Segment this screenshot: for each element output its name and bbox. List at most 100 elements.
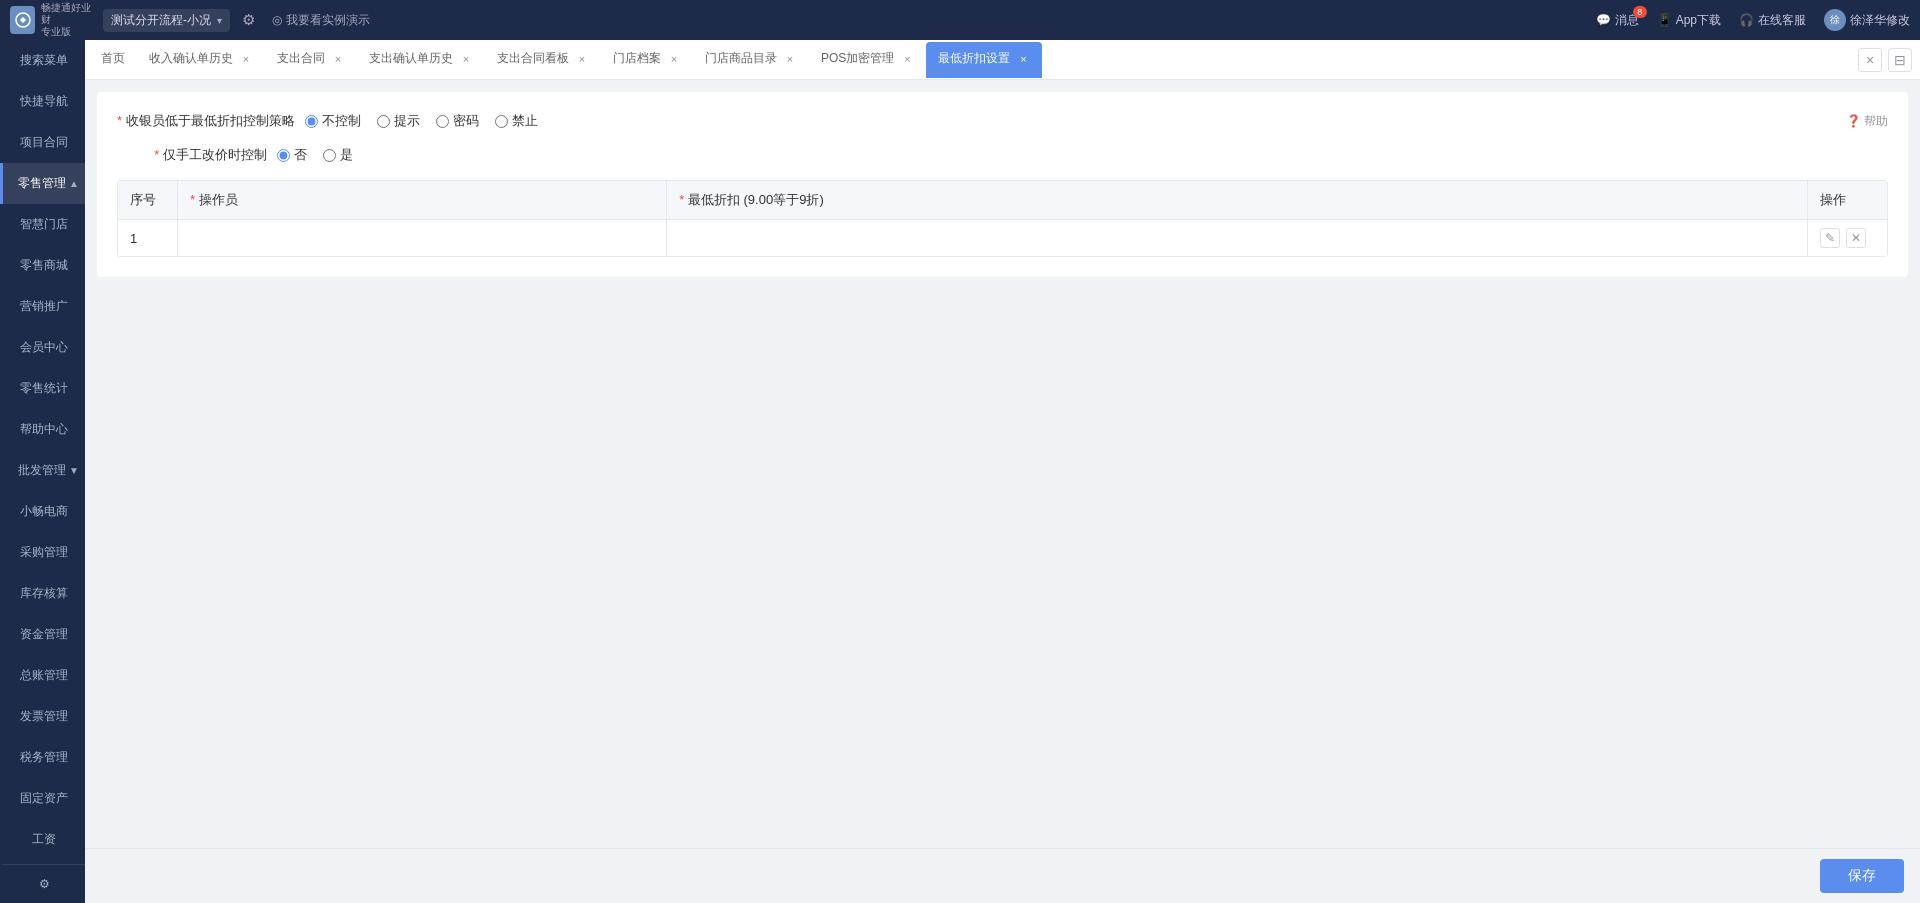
sidebar-item-ledger[interactable]: 总账管理 <box>0 655 85 696</box>
tab-payment-contract[interactable]: 支出合同 × <box>265 42 357 78</box>
tab-store-goods-label: 门店商品目录 <box>705 50 777 67</box>
sidebar-item-fixed-assets-label: 固定资产 <box>7 790 81 807</box>
tab-payment-board[interactable]: 支出合同看板 × <box>485 42 601 78</box>
tab-pos-password-close[interactable]: × <box>900 52 914 66</box>
tab-payment-contract-close[interactable]: × <box>331 52 345 66</box>
radio-remind[interactable]: 提示 <box>377 112 420 130</box>
form-row-discount-strategy: 收银员低于最低折扣控制策略 不控制 提示 密码 <box>117 112 1888 130</box>
help-text: 帮助 <box>1864 113 1888 130</box>
sidebar-item-salary-label: 工资 <box>7 831 81 848</box>
sidebar-item-invoice-mgmt[interactable]: 发票管理 <box>0 696 85 737</box>
sidebar-item-tax-mgmt[interactable]: 税务管理 <box>0 737 85 778</box>
sidebar-item-ledger-label: 总账管理 <box>7 667 81 684</box>
sidebar-item-marketing-label: 营销推广 <box>7 298 81 315</box>
th-actions: 操作 <box>1808 181 1888 220</box>
sidebar-item-finance[interactable]: 资金管理 <box>0 614 85 655</box>
tab-close-all-button[interactable]: × <box>1858 48 1882 72</box>
user-menu-button[interactable]: 徐 徐泽华修改 <box>1824 9 1910 31</box>
tab-payment-contract-label: 支出合同 <box>277 50 325 67</box>
tab-pos-password-label: POS加密管理 <box>821 50 894 67</box>
tab-income-confirm[interactable]: 收入确认单历史 × <box>137 42 265 78</box>
sidebar-item-search-label: 搜索菜单 <box>7 52 81 69</box>
tab-store-file-close[interactable]: × <box>667 52 681 66</box>
radio-no-input[interactable] <box>277 149 290 162</box>
tab-payment-confirm-close[interactable]: × <box>459 52 473 66</box>
online-support-button[interactable]: 🎧 在线客服 <box>1739 12 1806 29</box>
tab-store-file[interactable]: 门店档案 × <box>601 42 693 78</box>
sidebar-item-member-center[interactable]: 会员中心 <box>0 327 85 368</box>
save-button[interactable]: 保存 <box>1820 859 1904 893</box>
sidebar-item-fixed-assets[interactable]: 固定资产 <box>0 778 85 819</box>
tab-store-goods-close[interactable]: × <box>783 52 797 66</box>
tab-home[interactable]: 首页 <box>89 42 137 78</box>
chevron-up-icon: ▲ <box>69 178 79 189</box>
sidebar-item-help-center[interactable]: 帮助中心 <box>0 409 85 450</box>
sidebar-item-quick-nav[interactable]: 快捷导航 <box>0 81 85 122</box>
radio-yes[interactable]: 是 <box>323 146 353 164</box>
tab-income-confirm-close[interactable]: × <box>239 52 253 66</box>
radio-no[interactable]: 否 <box>277 146 307 164</box>
project-selector[interactable]: 测试分开流程-小况 ▾ <box>103 9 230 32</box>
sidebar-item-search[interactable]: 搜索菜单 <box>0 40 85 81</box>
tab-menu-button[interactable]: ⊟ <box>1888 48 1912 72</box>
settings-icon-button[interactable]: ⚙ <box>234 6 262 34</box>
tab-payment-confirm[interactable]: 支出确认单历史 × <box>357 42 485 78</box>
radio-no-label: 否 <box>294 146 307 164</box>
radio-yes-input[interactable] <box>323 149 336 162</box>
sidebar-settings-button[interactable]: ⚙ <box>0 864 85 903</box>
demo-link[interactable]: ◎ 我要看实例演示 <box>272 12 370 29</box>
radio-forbid-label: 禁止 <box>512 112 538 130</box>
demo-icon: ◎ <box>272 13 282 27</box>
radio-no-control-label: 不控制 <box>322 112 361 130</box>
sidebar-item-ecommerce[interactable]: 小畅电商 <box>0 491 85 532</box>
sidebar-item-salary[interactable]: 工资 <box>0 819 85 860</box>
radio-password-input[interactable] <box>436 115 449 128</box>
question-icon: ❓ <box>1846 114 1861 128</box>
row-edit-button[interactable]: ✎ <box>1820 228 1840 248</box>
cell-seq: 1 <box>118 220 178 257</box>
radio-no-control-input[interactable] <box>305 115 318 128</box>
form-card: 收银员低于最低折扣控制策略 不控制 提示 密码 <box>97 92 1908 277</box>
th-operator: * 操作员 <box>178 181 667 220</box>
sidebar: 搜索菜单 快捷导航 项目合同 零售管理 ▲ 智慧门店 零售商城 营销推广 会员中… <box>0 40 85 903</box>
tab-income-confirm-label: 收入确认单历史 <box>149 50 233 67</box>
row-action-btns: ✎ ✕ <box>1820 228 1875 248</box>
sidebar-item-purchase-mgmt[interactable]: 采购管理 <box>0 532 85 573</box>
radio-forbid[interactable]: 禁止 <box>495 112 538 130</box>
sidebar-item-invoice-mgmt-label: 发票管理 <box>7 708 81 725</box>
tab-store-goods[interactable]: 门店商品目录 × <box>693 42 809 78</box>
radio-password[interactable]: 密码 <box>436 112 479 130</box>
sidebar-item-retail-stats[interactable]: 零售统计 <box>0 368 85 409</box>
form-row-manual-price: 仅手工改价时控制 否 是 <box>117 146 1888 164</box>
tab-pos-password[interactable]: POS加密管理 × <box>809 42 926 78</box>
sidebar-item-retail-mall-label: 零售商城 <box>7 257 81 274</box>
sidebar-item-marketing[interactable]: 营销推广 <box>0 286 85 327</box>
sidebar-item-project-contract[interactable]: 项目合同 <box>0 122 85 163</box>
online-support-label: 在线客服 <box>1758 12 1806 29</box>
messages-button[interactable]: 💬 消息 8 <box>1596 12 1639 29</box>
app-download-button[interactable]: 📱 App下载 <box>1657 12 1721 29</box>
sidebar-item-inventory[interactable]: 库存核算 <box>0 573 85 614</box>
sidebar-item-retail-mgmt[interactable]: 零售管理 ▲ <box>0 163 85 204</box>
radio-yes-label: 是 <box>340 146 353 164</box>
tab-payment-board-close[interactable]: × <box>575 52 589 66</box>
radio-no-control[interactable]: 不控制 <box>305 112 361 130</box>
radio-remind-input[interactable] <box>377 115 390 128</box>
project-name: 测试分开流程-小况 <box>111 12 211 29</box>
discount-table: 序号 * 操作员 * 最低折扣 (9.00等于9折) 操作 1 <box>117 180 1888 257</box>
radio-forbid-input[interactable] <box>495 115 508 128</box>
sidebar-item-quick-nav-label: 快捷导航 <box>7 93 81 110</box>
demo-text: 我要看实例演示 <box>286 12 370 29</box>
sidebar-item-wholesale-mgmt-label: 批发管理 <box>15 462 69 479</box>
content-area: 首页 收入确认单历史 × 支出合同 × 支出确认单历史 × 支出合同看板 × 门… <box>85 40 1920 903</box>
sidebar-item-smart-store[interactable]: 智慧门店 <box>0 204 85 245</box>
help-link[interactable]: ❓ 帮助 <box>1846 113 1888 130</box>
main-layout: 搜索菜单 快捷导航 项目合同 零售管理 ▲ 智慧门店 零售商城 营销推广 会员中… <box>0 40 1920 903</box>
cell-operator <box>178 220 667 257</box>
sidebar-item-retail-mgmt-label: 零售管理 <box>15 175 69 192</box>
sidebar-item-wholesale-mgmt[interactable]: 批发管理 ▼ <box>0 450 85 491</box>
tab-min-discount-close[interactable]: × <box>1016 52 1030 66</box>
tab-min-discount[interactable]: 最低折扣设置 × <box>926 42 1042 78</box>
sidebar-item-retail-mall[interactable]: 零售商城 <box>0 245 85 286</box>
row-delete-button[interactable]: ✕ <box>1846 228 1866 248</box>
